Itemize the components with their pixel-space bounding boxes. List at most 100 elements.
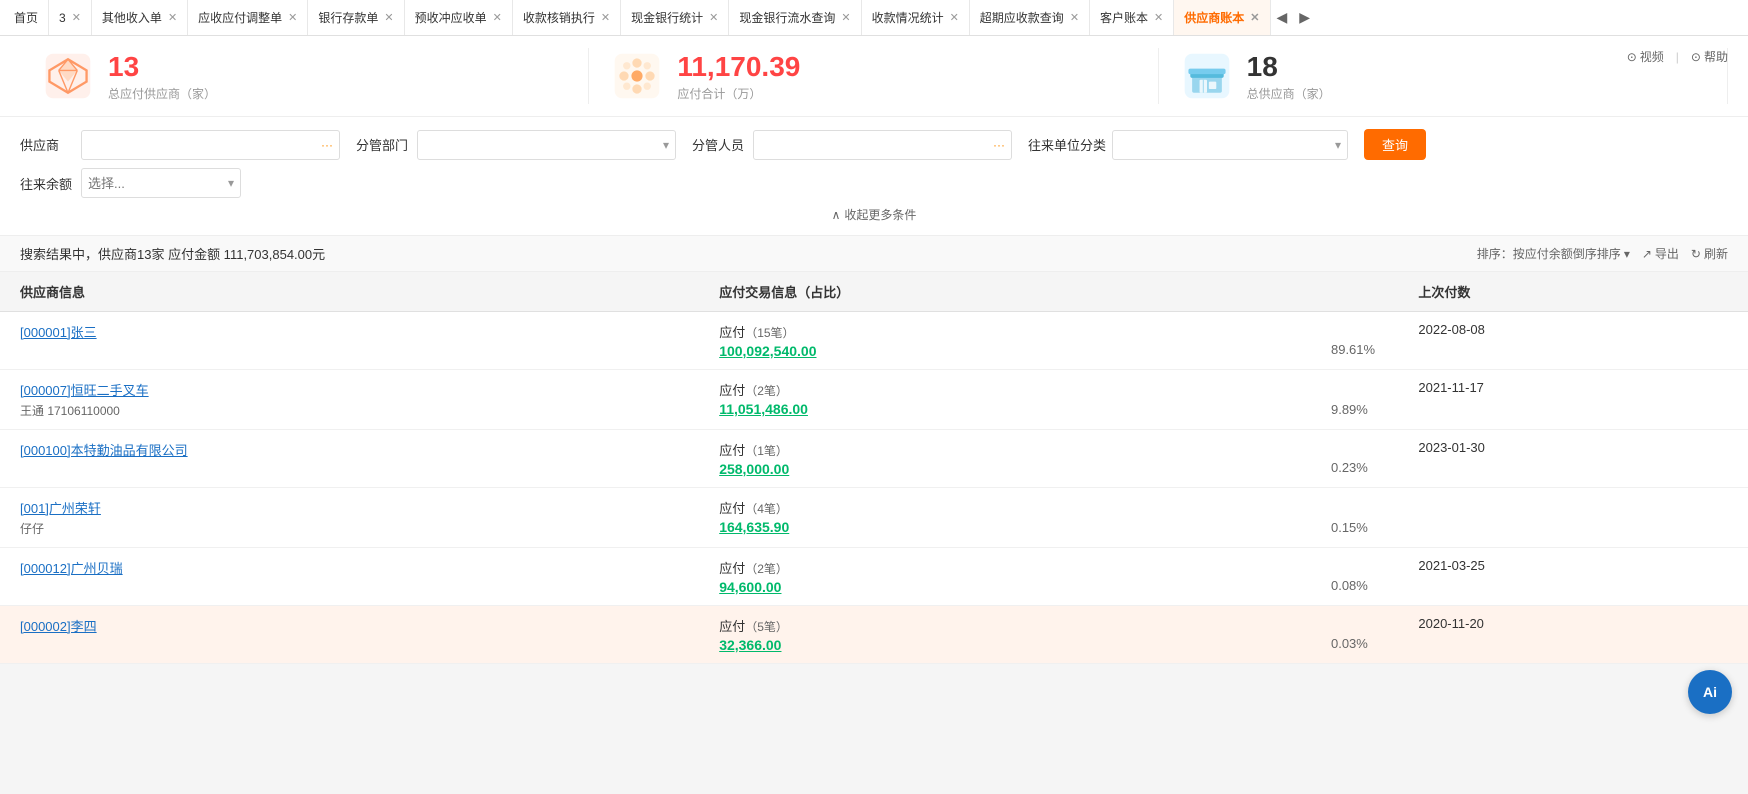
- help-icon: ⊙: [1691, 50, 1701, 64]
- supplier-link-3[interactable]: [001]广州荣轩: [20, 501, 101, 516]
- balance-filter-label: 往来余额: [20, 174, 75, 193]
- cell-supplier-info-3: [001]广州荣轩仔仔: [0, 488, 699, 548]
- nav-next-arrow[interactable]: ▶: [1293, 0, 1316, 36]
- table-header: 供应商信息 应付交易信息（占比） 上次付数: [0, 272, 1748, 312]
- payable-count-5: （5笔）: [745, 620, 788, 634]
- filter-item-category: 往来单位分类 ▾: [1028, 130, 1348, 160]
- supplier-link-2[interactable]: [000100]本特勤油品有限公司: [20, 443, 188, 458]
- cell-supplier-info-4: [000012]广州贝瑞: [0, 548, 699, 606]
- balance-filter-input[interactable]: ▾: [81, 168, 241, 198]
- nav-tab-supplier-book-close[interactable]: ✕: [1250, 11, 1259, 24]
- stat-number-payable-total: 11,170.39: [677, 50, 800, 84]
- nav-tab-overdue[interactable]: 超期应收款查询 ✕: [970, 0, 1090, 36]
- table-row: [000001]张三应付（15笔）100,092,540.0089.61%202…: [0, 312, 1748, 370]
- payable-amount-1[interactable]: 11,051,486.00: [719, 401, 1291, 417]
- category-filter-input[interactable]: ▾: [1112, 130, 1348, 160]
- stat-label-payable-suppliers: 总应付供应商（家）: [108, 85, 216, 102]
- stat-block-payable-total: 11,170.39 应付合计（万）: [589, 48, 1158, 104]
- export-btn[interactable]: ↗ 导出: [1642, 245, 1679, 262]
- payable-label-4: 应付: [719, 561, 745, 576]
- nav-tab-other-income-close[interactable]: ✕: [168, 11, 177, 24]
- nav-prev-arrow[interactable]: ◀: [1271, 0, 1294, 36]
- payable-amount-4[interactable]: 94,600.00: [719, 579, 1291, 595]
- nav-tab-prepay-recv-close[interactable]: ✕: [493, 11, 502, 24]
- filter-item-balance: 往来余额 ▾: [20, 168, 340, 198]
- nav-tab-recv-stat[interactable]: 收款情况统计 ✕: [862, 0, 970, 36]
- dept-filter-input[interactable]: ▾: [417, 130, 676, 160]
- supplier-filter-label: 供应商: [20, 135, 75, 154]
- cell-percent-1: 9.89%: [1311, 370, 1398, 430]
- filter-row-1: 供应商 ··· 分管部门 ▾ 分管人员 ··· 往来单位分类: [20, 129, 1728, 160]
- header-actions: ⊙ 视频 | ⊙ 帮助: [1627, 48, 1728, 65]
- supplier-link-4[interactable]: [000012]广州贝瑞: [20, 561, 123, 576]
- payable-percent-5: 0.03%: [1331, 636, 1368, 651]
- filter-area: 供应商 ··· 分管部门 ▾ 分管人员 ··· 往来单位分类: [0, 117, 1748, 236]
- cell-supplier-info-2: [000100]本特勤油品有限公司: [0, 430, 699, 488]
- nav-tab-3-close[interactable]: ✕: [72, 11, 81, 24]
- cell-supplier-info-1: [000007]恒旺二手叉车王通 17106110000: [0, 370, 699, 430]
- table-row: [000002]李四应付（5笔）32,366.000.03%2020-11-20: [0, 606, 1748, 664]
- nav-tab-supplier-book-label: 供应商账本: [1184, 9, 1244, 26]
- nav-tab-other-income-label: 其他收入单: [102, 9, 162, 26]
- help-label: 帮助: [1704, 48, 1728, 65]
- nav-tab-3[interactable]: 3 ✕: [49, 0, 92, 36]
- payable-amount-3[interactable]: 164,635.90: [719, 519, 1291, 535]
- query-button[interactable]: 查询: [1364, 129, 1426, 160]
- supplier-dots-icon[interactable]: ···: [321, 138, 333, 152]
- dept-input[interactable]: [424, 137, 663, 152]
- nav-tab-adjustment[interactable]: 应收应付调整单 ✕: [188, 0, 308, 36]
- supplier-filter-input[interactable]: ···: [81, 130, 340, 160]
- dept-chevron-icon[interactable]: ▾: [663, 138, 669, 152]
- refresh-btn[interactable]: ↻ 刷新: [1691, 245, 1728, 262]
- last-pay-date-4: 2021-03-25: [1418, 558, 1485, 573]
- nav-tab-cash-stat[interactable]: 现金银行统计 ✕: [621, 0, 729, 36]
- nav-tab-recv-stat-label: 收款情况统计: [872, 9, 944, 26]
- payable-amount-5[interactable]: 32,366.00: [719, 637, 1291, 653]
- nav-tab-customer-book-close[interactable]: ✕: [1154, 11, 1163, 24]
- result-text: 搜索结果中，供应商13家 应付金额 111,703,854.00元: [20, 244, 325, 263]
- cell-last-pay-2: 2023-01-30: [1398, 430, 1748, 488]
- supplier-link-1[interactable]: [000007]恒旺二手叉车: [20, 383, 149, 398]
- nav-tab-bank-deposit-close[interactable]: ✕: [384, 11, 393, 24]
- supplier-input[interactable]: [88, 137, 321, 152]
- collapse-btn[interactable]: ∧ 收起更多条件: [832, 206, 917, 223]
- nav-tab-recv-verify[interactable]: 收款核销执行 ✕: [513, 0, 621, 36]
- payable-amount-0[interactable]: 100,092,540.00: [719, 343, 1291, 359]
- filter-item-person: 分管人员 ···: [692, 130, 1012, 160]
- nav-tab-3-label: 3: [59, 11, 66, 25]
- col-header-payable: 应付交易信息（占比）: [699, 272, 1311, 312]
- balance-input[interactable]: [88, 176, 228, 191]
- category-chevron-icon[interactable]: ▾: [1335, 138, 1341, 152]
- nav-tab-home[interactable]: 首页: [4, 0, 49, 36]
- sort-select[interactable]: 排序：按应付余额倒序排序 ▾: [1477, 245, 1630, 262]
- nav-tab-customer-book[interactable]: 客户账本 ✕: [1090, 0, 1174, 36]
- nav-tab-adjustment-close[interactable]: ✕: [288, 11, 297, 24]
- nav-tab-other-income[interactable]: 其他收入单 ✕: [92, 0, 188, 36]
- nav-tab-cash-flow-close[interactable]: ✕: [841, 11, 850, 24]
- nav-tab-bank-deposit[interactable]: 银行存款单 ✕: [308, 0, 404, 36]
- help-link[interactable]: ⊙ 帮助: [1691, 48, 1728, 65]
- supplier-link-5[interactable]: [000002]李四: [20, 619, 97, 634]
- payable-amount-2[interactable]: 258,000.00: [719, 461, 1291, 477]
- person-dots-icon[interactable]: ···: [993, 138, 1005, 152]
- nav-tab-adjustment-label: 应收应付调整单: [198, 9, 282, 26]
- person-filter-input[interactable]: ···: [753, 130, 1012, 160]
- ai-badge[interactable]: Ai: [1688, 670, 1732, 714]
- payable-count-1: （2笔）: [745, 384, 788, 398]
- category-input[interactable]: [1119, 137, 1335, 152]
- nav-tab-overdue-close[interactable]: ✕: [1070, 11, 1079, 24]
- nav-tab-cash-flow[interactable]: 现金银行流水查询 ✕: [729, 0, 861, 36]
- nav-tab-recv-stat-close[interactable]: ✕: [950, 11, 959, 24]
- cell-percent-4: 0.08%: [1311, 548, 1398, 606]
- export-icon: ↗: [1642, 247, 1652, 261]
- refresh-label: 刷新: [1704, 245, 1728, 262]
- balance-chevron-icon[interactable]: ▾: [228, 176, 234, 190]
- nav-tab-recv-verify-close[interactable]: ✕: [601, 11, 610, 24]
- table-row: [001]广州荣轩仔仔应付（4笔）164,635.900.15%: [0, 488, 1748, 548]
- video-link[interactable]: ⊙ 视频: [1627, 48, 1664, 65]
- nav-tab-cash-stat-close[interactable]: ✕: [709, 11, 718, 24]
- nav-tab-supplier-book[interactable]: 供应商账本 ✕: [1174, 0, 1270, 36]
- nav-tab-prepay-recv[interactable]: 预收冲应收单 ✕: [405, 0, 513, 36]
- supplier-link-0[interactable]: [000001]张三: [20, 325, 97, 340]
- person-input[interactable]: [760, 137, 993, 152]
